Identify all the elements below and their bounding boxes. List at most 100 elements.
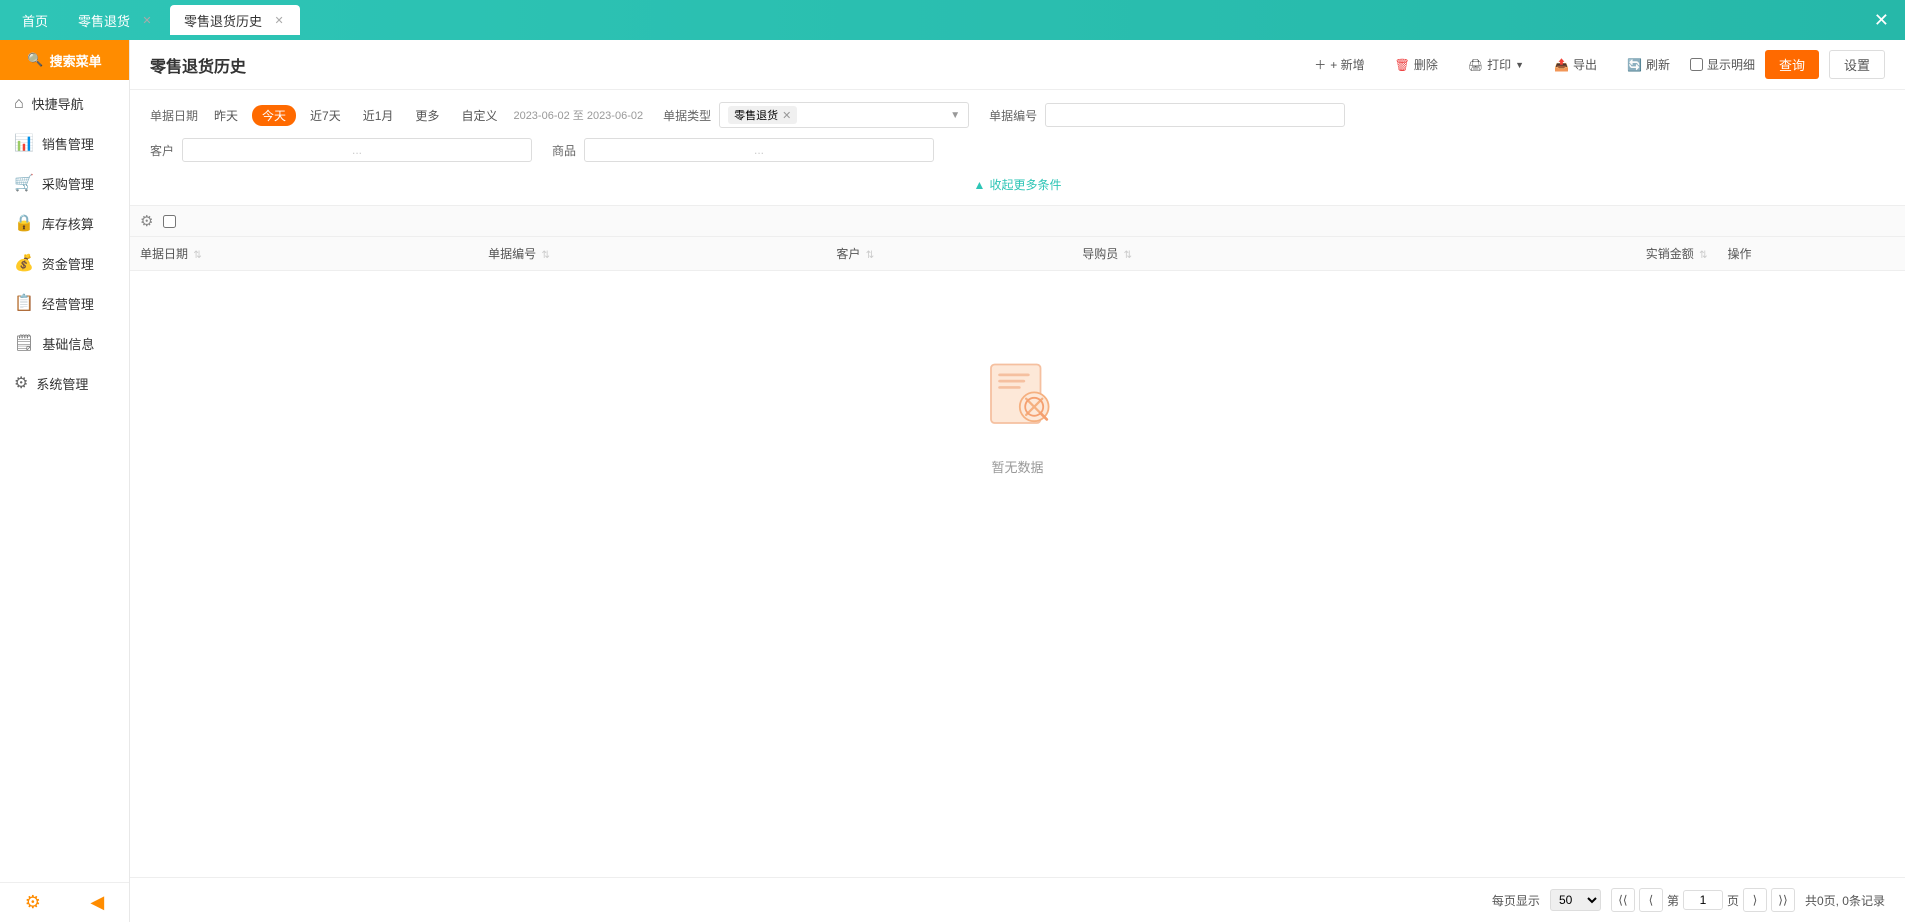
tab-retail-return-close[interactable]: ✕ [140,13,154,27]
new-button[interactable]: ＋ + 新增 [1304,52,1374,77]
show-detail-checkbox[interactable] [1690,58,1703,71]
tab-retail-return-history[interactable]: 零售退货历史 ✕ [170,5,300,35]
topbar-close-button[interactable]: ✕ [1866,10,1897,31]
settings-button[interactable]: 设置 [1829,50,1885,79]
sidebar-collapse-icon[interactable]: ◀ [90,892,104,913]
collapse-filter-button[interactable]: ▲ 收起更多条件 [974,176,1062,193]
pagination: 每页显示 20 50 100 200 ⟨⟨ ⟨ 第 页 ⟩ ⟩⟩ 共0页, 0条… [130,877,1905,922]
table-wrapper: 单据日期 ⇅ 单据编号 ⇅ 客户 ⇅ [130,237,1905,877]
empty-state-icon [973,351,1063,441]
page-prev-button[interactable]: ⟨ [1639,888,1663,912]
sidebar-item-sales-mgmt[interactable]: 📊 销售管理 [0,123,129,163]
col-amount-sort-icon[interactable]: ⇅ [1699,250,1707,261]
page-size-label: 每页显示 [1492,892,1540,909]
inventory-icon: 🔒 [14,213,34,233]
collapse-icon: ▲ [974,178,986,192]
filter-row-1: 单据日期 昨天 今天 近7天 近1月 更多 自定义 2023-06-02 至 2… [150,102,1885,128]
page-first-button[interactable]: ⟨⟨ [1611,888,1635,912]
data-table: 单据日期 ⇅ 单据编号 ⇅ 客户 ⇅ [130,237,1905,271]
col-ops: 操作 [1718,237,1905,271]
sidebar-search-button[interactable]: 🔍 搜索菜单 [0,40,129,80]
sidebar-item-ops[interactable]: 📋 经营管理 [0,283,129,323]
tab-list: 首页 零售退货 ✕ 零售退货历史 ✕ [8,5,1866,35]
col-date: 单据日期 ⇅ [130,237,478,271]
collapse-row: ▲ 收起更多条件 [150,172,1885,193]
col-guide-sort-icon[interactable]: ⇅ [1124,250,1132,261]
sidebar-item-sales-mgmt-label: 销售管理 [42,134,94,153]
yesterday-btn[interactable]: 昨天 [206,105,246,126]
sidebar-item-sys-mgmt[interactable]: ⚙ 系统管理 [0,363,129,403]
customer-select[interactable]: ... [182,138,532,162]
page-title: 零售退货历史 [150,53,246,77]
sidebar-item-purchase-mgmt[interactable]: 🛒 采购管理 [0,163,129,203]
select-all-checkbox[interactable] [163,215,176,228]
1month-btn[interactable]: 近1月 [355,105,402,126]
page-last-button[interactable]: ⟩⟩ [1771,888,1795,912]
customer-placeholder: ... [352,143,362,157]
sidebar-item-basic-info-label: 基础信息 [42,334,94,353]
page-header: 零售退货历史 ＋ + 新增 🗑 删除 🖨 打印 ▼ 📤 导出 [130,40,1905,90]
page-navigation: ⟨⟨ ⟨ 第 页 ⟩ ⟩⟩ [1611,888,1795,912]
query-button[interactable]: 查询 [1765,50,1819,79]
doc-no-label: 单据编号 [989,107,1037,124]
sidebar-item-finance-label: 资金管理 [42,254,94,273]
sidebar-menu: ⌂ 快捷导航 📊 销售管理 🛒 采购管理 🔒 库存核算 💰 资金管理 📋 [0,80,129,882]
content-area: 零售退货历史 ＋ + 新增 🗑 删除 🖨 打印 ▼ 📤 导出 [130,40,1905,922]
tab-retail-return-history-close[interactable]: ✕ [272,13,286,27]
sys-mgmt-icon: ⚙ [14,373,28,393]
page-size-select[interactable]: 20 50 100 200 [1550,889,1601,911]
goods-select[interactable]: ... [584,138,934,162]
page-number-input[interactable] [1683,890,1723,910]
col-customer-sort-icon[interactable]: ⇅ [866,250,874,261]
show-detail-label: 显示明细 [1707,56,1755,73]
tab-home[interactable]: 首页 [8,5,62,35]
sidebar-settings-icon[interactable]: ⚙ [25,892,41,913]
date-range-display: 2023-06-02 至 2023-06-02 [513,107,643,123]
page-label: 第 [1667,892,1679,909]
doc-type-filter-item: 单据类型 零售退货 ✕ ▼ [663,102,969,128]
goods-label: 商品 [552,142,576,159]
col-date-sort-icon[interactable]: ⇅ [193,250,201,261]
more-btn[interactable]: 更多 [407,105,447,126]
doc-no-input[interactable] [1045,103,1345,127]
print-button[interactable]: 🖨 打印 ▼ [1458,52,1534,77]
table-area: ⚙ 单据日期 ⇅ 单据编号 ⇅ [130,206,1905,877]
sidebar-item-inventory[interactable]: 🔒 库存核算 [0,203,129,243]
sidebar-item-quick-nav-label: 快捷导航 [32,94,84,113]
refresh-icon: 🔄 [1627,58,1642,72]
page-next-button[interactable]: ⟩ [1743,888,1767,912]
page-actions: ＋ + 新增 🗑 删除 🖨 打印 ▼ 📤 导出 🔄 [1304,50,1885,79]
col-customer: 客户 ⇅ [826,237,1072,271]
col-no-sort-icon[interactable]: ⇅ [542,250,550,261]
home-icon: ⌂ [14,95,24,113]
sales-icon: 📊 [14,133,34,153]
delete-button[interactable]: 🗑 删除 [1385,52,1448,77]
today-btn[interactable]: 今天 [252,105,296,126]
delete-icon: 🗑 [1395,58,1410,72]
7days-btn[interactable]: 近7天 [302,105,349,126]
sidebar: 🔍 搜索菜单 ⌂ 快捷导航 📊 销售管理 🛒 采购管理 🔒 库存核算 💰 [0,40,130,922]
purchase-icon: 🛒 [14,173,34,193]
custom-btn[interactable]: 自定义 [453,105,505,126]
ops-icon: 📋 [14,293,34,313]
doc-type-tag: 零售退货 ✕ [728,106,797,124]
date-filter-buttons: 昨天 今天 近7天 近1月 更多 自定义 [206,105,505,126]
search-icon: 🔍 [27,52,43,68]
table-settings-icon[interactable]: ⚙ [140,212,153,230]
doc-type-tag-close[interactable]: ✕ [782,109,791,122]
sidebar-item-sys-mgmt-label: 系统管理 [36,374,88,393]
page-summary: 共0页, 0条记录 [1805,892,1885,909]
sidebar-item-quick-nav[interactable]: ⌂ 快捷导航 [0,84,129,123]
sidebar-search-label: 搜索菜单 [50,51,102,70]
goods-placeholder: ... [754,143,764,157]
tab-retail-return[interactable]: 零售退货 ✕ [64,5,168,35]
doc-no-filter-item: 单据编号 [989,103,1345,127]
sidebar-item-basic-info[interactable]: 🗒 基础信息 [0,323,129,363]
refresh-button[interactable]: 🔄 刷新 [1617,52,1680,77]
export-button[interactable]: 📤 导出 [1544,52,1607,77]
tab-home-label: 首页 [22,11,48,30]
sidebar-item-finance[interactable]: 💰 资金管理 [0,243,129,283]
doc-type-arrow-icon: ▼ [950,110,960,121]
customer-label: 客户 [150,142,174,159]
doc-type-select[interactable]: 零售退货 ✕ ▼ [719,102,969,128]
